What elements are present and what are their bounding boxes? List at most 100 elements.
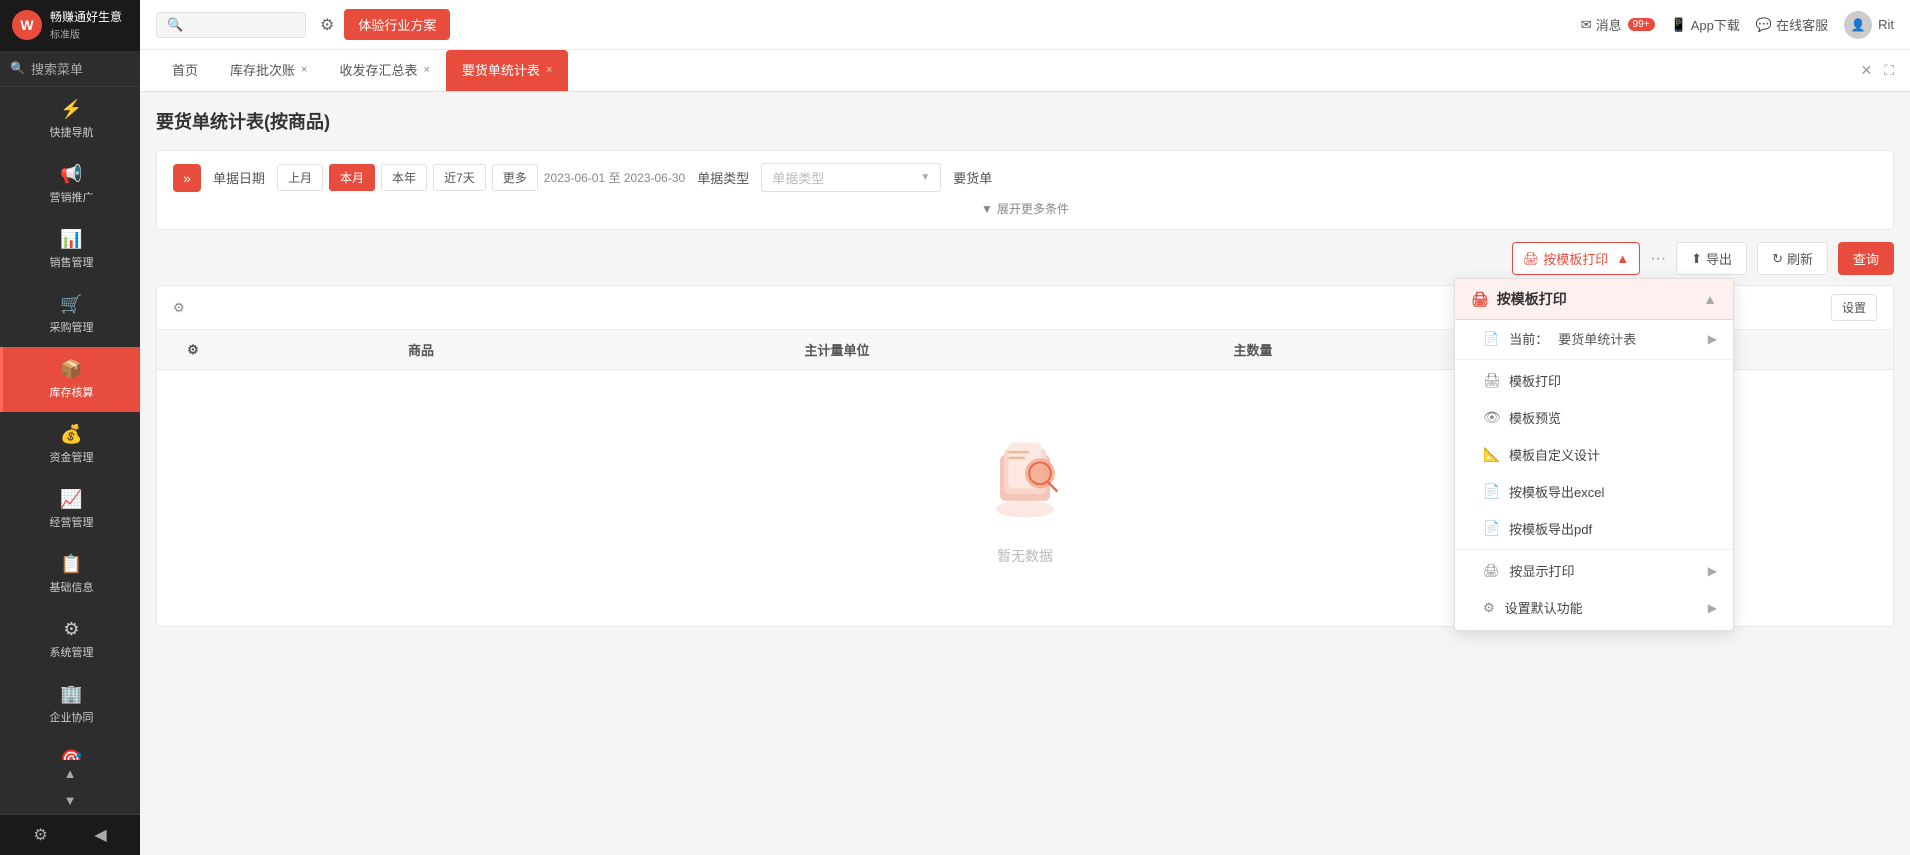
sidebar-item-purchase[interactable]: 🛒 采购管理 <box>0 282 140 347</box>
filter-area: » 单据日期 上月 本月 本年 近7天 更多 2023-06-01 至 2023… <box>156 150 1894 230</box>
print-template-btn[interactable]: 🖨 按模板打印 ▲ <box>1512 242 1640 275</box>
sidebar-item-inventory[interactable]: 📦 库存核算 <box>0 347 140 412</box>
tab-collection-summary-label: 收发存汇总表 <box>339 60 417 79</box>
dropdown-template-export-pdf[interactable]: 📄 按模板导出pdf <box>1455 510 1733 547</box>
sidebar-item-quick-nav[interactable]: ⚡ 快捷导航 <box>0 87 140 152</box>
date-btn-7days[interactable]: 近7天 <box>433 164 486 191</box>
topbar: 🔍 ⚙ 体验行业方案 ✉ 消息 99+ 📱 App下载 💬 在线客服 👤 Rit <box>140 0 1910 50</box>
tab-batch-account-close[interactable]: × <box>301 64 307 76</box>
display-print-arrow: ▶ <box>1708 564 1717 578</box>
order-type-select[interactable]: 单据类型 ▼ <box>761 163 941 192</box>
topbar-search-input[interactable] <box>187 18 287 32</box>
filter-expand-btn[interactable]: » <box>173 164 201 192</box>
sidebar-item-basic-info[interactable]: 📋 基础信息 <box>0 542 140 607</box>
dropdown-template-design[interactable]: 📐 模板自定义设计 <box>1455 436 1733 473</box>
sidebar-item-finance[interactable]: 💰 资金管理 <box>0 412 140 477</box>
maximize-window-btn[interactable]: ⛶ <box>1884 62 1894 79</box>
order-type-arrow: ▼ <box>920 172 930 183</box>
sidebar-scroll-down[interactable]: ▼ <box>0 787 140 814</box>
export-label: 导出 <box>1706 249 1732 268</box>
tab-home[interactable]: 首页 <box>156 50 214 91</box>
tab-order-stats-label: 要货单统计表 <box>462 60 540 79</box>
nav-label-finance: 资金管理 <box>50 449 94 465</box>
nav-label-operations: 经营管理 <box>50 514 94 530</box>
query-btn[interactable]: 查询 <box>1838 242 1894 275</box>
expand-more-row[interactable]: ▼ 展开更多条件 <box>173 200 1877 217</box>
sidebar-item-system[interactable]: ⚙ 系统管理 <box>0 607 140 672</box>
dropdown-print-icon: 🖨 <box>1471 291 1489 308</box>
close-window-btn[interactable]: ✕ <box>1860 62 1872 79</box>
tab-order-stats[interactable]: 要货单统计表 × <box>446 50 568 91</box>
dropdown-current-item[interactable]: 📄 当前： 要货单统计表 ▶ <box>1455 320 1733 357</box>
user-avatar: 👤 <box>1844 11 1872 39</box>
nav-label-enterprise: 企业协同 <box>50 709 94 725</box>
dropdown-display-print[interactable]: 🖨 按显示打印 ▶ <box>1455 552 1733 589</box>
tab-batch-account[interactable]: 库存批次账 × <box>214 50 323 91</box>
sidebar-scroll-up[interactable]: ▲ <box>0 760 140 787</box>
table-settings-icon[interactable]: ⚙ <box>173 300 185 316</box>
sidebar-nav: ⚡ 快捷导航 📢 营销推广 📊 销售管理 🛒 采购管理 📦 库存核算 💰 资金管… <box>0 87 140 760</box>
tab-collection-summary[interactable]: 收发存汇总表 × <box>323 50 445 91</box>
tabbar: 首页 库存批次账 × 收发存汇总表 × 要货单统计表 × ✕ ⛶ <box>140 50 1910 92</box>
print-dropdown-menu: 🖨 按模板打印 ▲ 📄 当前： 要货单统计表 ▶ 🖨 模 <box>1454 278 1734 631</box>
date-btn-current-year[interactable]: 本年 <box>381 164 427 191</box>
tab-batch-account-label: 库存批次账 <box>230 60 295 79</box>
message-btn[interactable]: ✉ 消息 99+ <box>1581 15 1655 34</box>
sidebar-item-sales[interactable]: 📊 销售管理 <box>0 217 140 282</box>
app-name: 畅赚通好生意 <box>50 10 122 26</box>
settings-footer-btn[interactable]: ⚙ <box>33 825 47 845</box>
topbar-search-box[interactable]: 🔍 <box>156 12 306 38</box>
tab-order-stats-close[interactable]: × <box>546 64 552 76</box>
online-service-btn[interactable]: 💬 在线客服 <box>1756 15 1828 34</box>
topbar-gear-icon[interactable]: ⚙ <box>320 15 334 35</box>
expand-more-icon: ▼ <box>981 202 993 216</box>
dropdown-template-preview[interactable]: 👁 模板预览 <box>1455 399 1733 436</box>
online-service-icon: 💬 <box>1756 17 1772 33</box>
refresh-btn[interactable]: ↻ 刷新 <box>1757 242 1828 275</box>
date-group: 上月 本月 本年 近7天 更多 2023-06-01 至 2023-06-30 <box>277 164 685 191</box>
date-btn-last-month[interactable]: 上月 <box>277 164 323 191</box>
table-col-unit: 主计量单位 <box>629 340 1045 359</box>
set-default-label: 设置默认功能 <box>1505 598 1583 617</box>
dropdown-template-print[interactable]: 🖨 模板打印 <box>1455 362 1733 399</box>
date-btn-current-month[interactable]: 本月 <box>329 164 375 191</box>
template-print-icon: 🖨 <box>1483 372 1499 389</box>
table-col-qty: 主数量 <box>1045 340 1461 359</box>
dropdown-template-export-excel[interactable]: 📄 按模板导出excel <box>1455 473 1733 510</box>
nav-icon-system: ⚙ <box>63 619 79 640</box>
empty-icon <box>975 430 1075 530</box>
order-type-placeholder: 单据类型 <box>772 168 824 187</box>
export-btn[interactable]: ⬆ 导出 <box>1676 242 1747 275</box>
user-menu[interactable]: 👤 Rit <box>1844 11 1894 39</box>
date-btn-more[interactable]: 更多 <box>492 164 538 191</box>
sidebar-item-guide[interactable]: 🎯 新手引导 <box>0 737 140 760</box>
hide-sidebar-btn[interactable]: ◀ <box>94 825 106 845</box>
search-icon: 🔍 <box>10 61 25 75</box>
dropdown-header: 🖨 按模板打印 ▲ <box>1455 279 1733 320</box>
dropdown-set-default[interactable]: ⚙ 设置默认功能 ▶ <box>1455 589 1733 626</box>
message-badge: 99+ <box>1628 18 1655 31</box>
app-download-btn[interactable]: 📱 App下载 <box>1671 15 1740 34</box>
print-icon: 🖨 <box>1523 251 1540 267</box>
more-actions-icon[interactable]: ··· <box>1650 250 1666 268</box>
user-name: Rit <box>1878 17 1894 32</box>
sidebar-item-marketing[interactable]: 📢 营销推广 <box>0 152 140 217</box>
template-design-label: 模板自定义设计 <box>1509 445 1600 464</box>
template-export-excel-icon: 📄 <box>1483 483 1499 500</box>
tab-collection-summary-close[interactable]: × <box>423 64 429 76</box>
window-controls: ✕ ⛶ <box>1860 62 1894 79</box>
divider-2 <box>1455 549 1733 550</box>
sidebar-search[interactable]: 🔍 搜索菜单 <box>0 51 140 87</box>
dropdown-current-icon: 📄 <box>1483 331 1499 347</box>
message-icon: ✉ <box>1581 17 1592 33</box>
page-title: 要货单统计表(按商品) <box>156 108 1894 134</box>
sidebar-item-enterprise[interactable]: 🏢 企业协同 <box>0 672 140 737</box>
dropdown-current-label: 当前： <box>1509 329 1548 348</box>
print-btn-label: 按模板打印 <box>1543 249 1608 268</box>
dropdown-close-btn[interactable]: ▲ <box>1703 291 1717 307</box>
trial-btn[interactable]: 体验行业方案 <box>344 9 450 40</box>
settings-btn[interactable]: 设置 <box>1831 294 1877 321</box>
sidebar-item-operations[interactable]: 📈 经营管理 <box>0 477 140 542</box>
order-type-label: 单据类型 <box>697 168 749 187</box>
dropdown-current-arrow: ▶ <box>1708 332 1717 346</box>
